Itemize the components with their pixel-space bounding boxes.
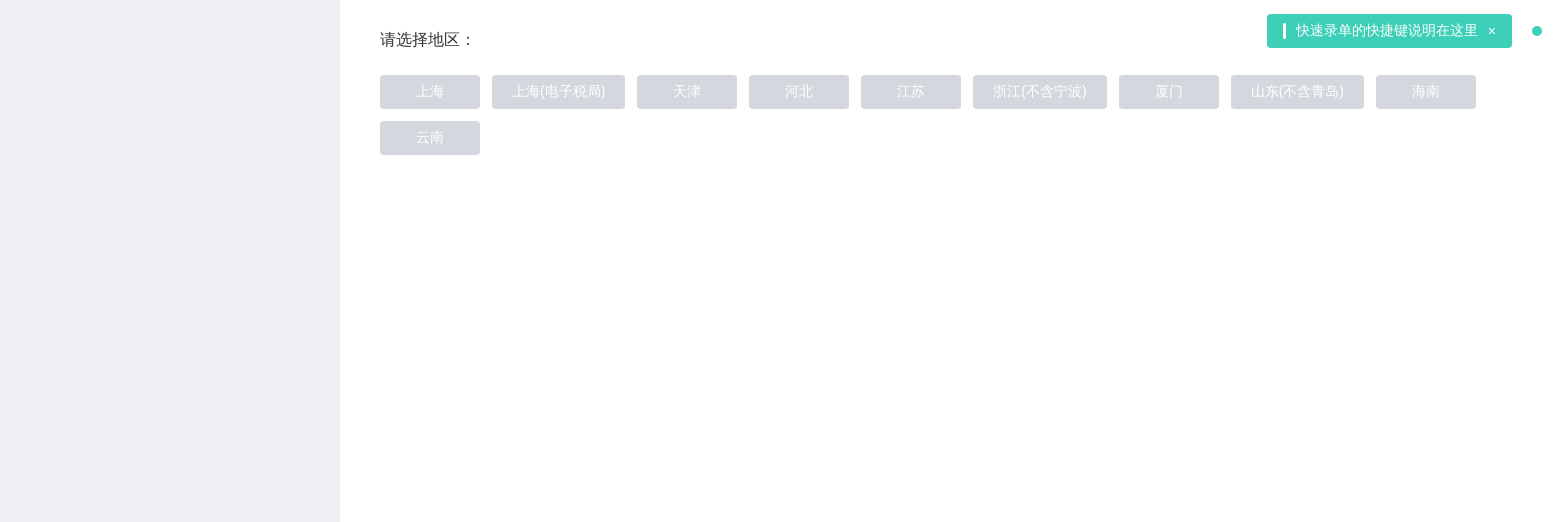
sidebar [0,0,340,522]
tooltip-close-button[interactable]: × [1488,24,1496,38]
main-content: 请选择地区： 上海上海(电子税局)天津河北江苏浙江(不含宁波)厦门山东(不含青岛… [340,0,1562,522]
region-button[interactable]: 上海 [380,75,480,109]
region-button[interactable]: 山东(不含青岛) [1231,75,1364,109]
region-button[interactable]: 海南 [1376,75,1476,109]
region-button[interactable]: 江苏 [861,75,961,109]
tooltip-banner: 快速录单的快捷键说明在这里 × [1267,14,1512,48]
region-button[interactable]: 浙江(不含宁波) [973,75,1106,109]
region-button[interactable]: 云南 [380,121,480,155]
region-button[interactable]: 厦门 [1119,75,1219,109]
region-button[interactable]: 上海(电子税局) [492,75,625,109]
region-button[interactable]: 河北 [749,75,849,109]
region-button[interactable]: 天津 [637,75,737,109]
region-buttons-container: 上海上海(电子税局) 天津河北江苏浙江(不含宁波) 厦门山东(不含青岛) 海南云南 [380,75,1522,155]
tooltip-indicator-dot [1532,26,1542,36]
tooltip-text: 快速录单的快捷键说明在这里 [1296,22,1478,40]
